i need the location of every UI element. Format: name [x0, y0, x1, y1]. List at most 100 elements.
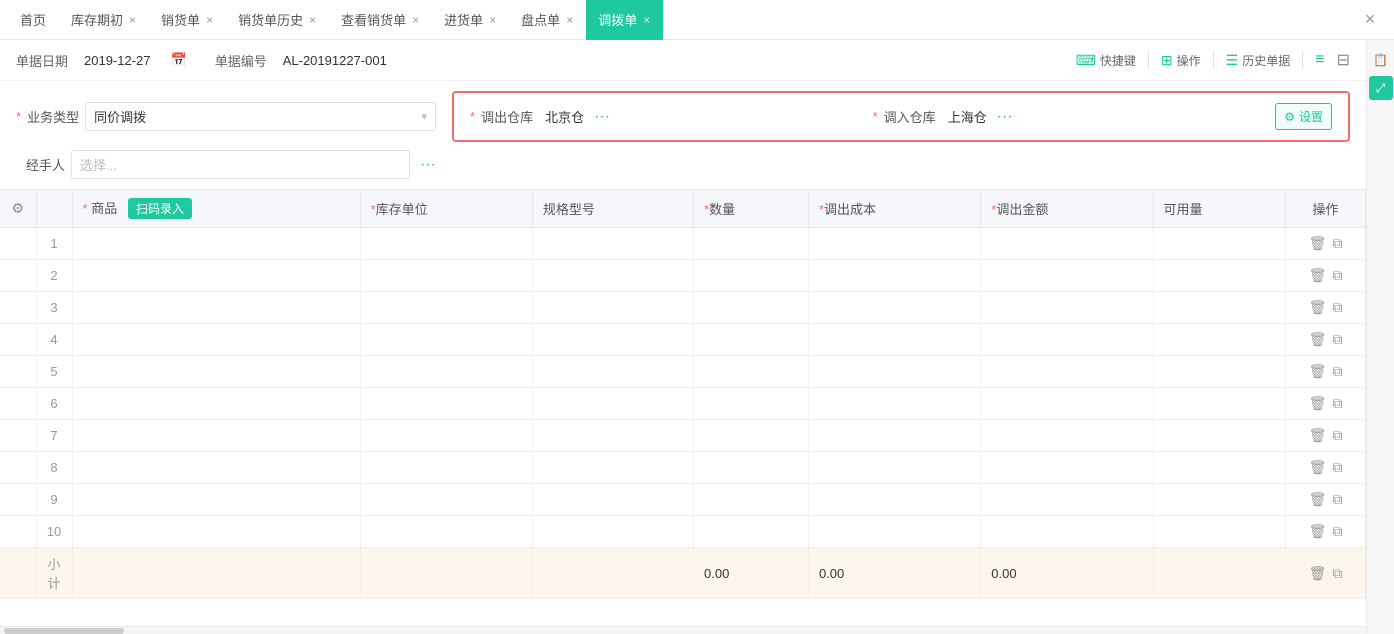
- cell-spec-6[interactable]: [532, 388, 693, 420]
- cell-qty-10[interactable]: [694, 516, 809, 548]
- delete-icon-row-3[interactable]: 🗑: [1309, 299, 1327, 316]
- scrollbar-area[interactable]: [0, 626, 1366, 634]
- cell-product-7[interactable]: [72, 420, 360, 452]
- delete-icon-row-5[interactable]: 🗑: [1309, 363, 1327, 380]
- cell-amount-7[interactable]: [981, 420, 1153, 452]
- cell-product-5[interactable]: [72, 356, 360, 388]
- settings-button[interactable]: ⚙ 设置: [1275, 103, 1332, 130]
- cell-available-6[interactable]: [1153, 388, 1285, 420]
- cell-qty-2[interactable]: [694, 260, 809, 292]
- copy-icon-row-3[interactable]: ⧉: [1332, 299, 1342, 316]
- cell-cost-6[interactable]: [808, 388, 980, 420]
- cell-product-3[interactable]: [72, 292, 360, 324]
- cell-available-1[interactable]: [1153, 228, 1285, 260]
- cell-cost-7[interactable]: [808, 420, 980, 452]
- cell-unit-1[interactable]: [360, 228, 532, 260]
- cell-product-6[interactable]: [72, 388, 360, 420]
- cell-amount-6[interactable]: [981, 388, 1153, 420]
- tab-home[interactable]: 首页: [8, 0, 59, 40]
- cell-unit-4[interactable]: [360, 324, 532, 356]
- cell-cost-9[interactable]: [808, 484, 980, 516]
- delete-icon-row-4[interactable]: 🗑: [1309, 331, 1327, 348]
- copy-icon-row-10[interactable]: ⧉: [1332, 523, 1342, 540]
- cell-product-9[interactable]: [72, 484, 360, 516]
- tab-view-sales[interactable]: 查看销货单 ×: [329, 0, 432, 40]
- cell-unit-8[interactable]: [360, 452, 532, 484]
- tab-close-purchase[interactable]: ×: [489, 13, 496, 27]
- tab-close-inventory-count[interactable]: ×: [566, 13, 573, 27]
- subtotal-delete-icon[interactable]: 🗑: [1309, 565, 1327, 582]
- tab-close-transfer-order[interactable]: ×: [643, 13, 650, 27]
- cell-cost-3[interactable]: [808, 292, 980, 324]
- copy-icon-row-4[interactable]: ⧉: [1332, 331, 1342, 348]
- delete-icon-row-1[interactable]: 🗑: [1309, 235, 1327, 252]
- table-gear-icon[interactable]: ⚙: [11, 200, 24, 216]
- handler-more[interactable]: ···: [420, 156, 436, 174]
- cell-spec-9[interactable]: [532, 484, 693, 516]
- cell-cost-10[interactable]: [808, 516, 980, 548]
- cell-amount-9[interactable]: [981, 484, 1153, 516]
- cell-cost-5[interactable]: [808, 356, 980, 388]
- cell-cost-2[interactable]: [808, 260, 980, 292]
- cell-qty-8[interactable]: [694, 452, 809, 484]
- cell-product-10[interactable]: [72, 516, 360, 548]
- subtotal-copy-icon[interactable]: ⧉: [1332, 565, 1342, 582]
- cell-amount-10[interactable]: [981, 516, 1153, 548]
- cell-unit-9[interactable]: [360, 484, 532, 516]
- cell-unit-6[interactable]: [360, 388, 532, 420]
- cell-qty-3[interactable]: [694, 292, 809, 324]
- cell-spec-10[interactable]: [532, 516, 693, 548]
- biz-type-dropdown[interactable]: 同价调拨 ▾: [85, 102, 436, 131]
- history-btn[interactable]: ☰ 历史单据: [1226, 52, 1291, 69]
- tab-inventory-count[interactable]: 盘点单 ×: [509, 0, 586, 40]
- shortcut-btn[interactable]: ⌨ 快捷键: [1076, 52, 1136, 69]
- cell-amount-4[interactable]: [981, 324, 1153, 356]
- scrollbar-thumb[interactable]: [4, 628, 124, 634]
- cell-available-4[interactable]: [1153, 324, 1285, 356]
- cell-unit-7[interactable]: [360, 420, 532, 452]
- cell-spec-5[interactable]: [532, 356, 693, 388]
- delete-icon-row-8[interactable]: 🗑: [1309, 459, 1327, 476]
- delete-icon-row-2[interactable]: 🗑: [1309, 267, 1327, 284]
- layout-btn-1[interactable]: ≡: [1315, 51, 1324, 69]
- cell-product-1[interactable]: [72, 228, 360, 260]
- cell-cost-8[interactable]: [808, 452, 980, 484]
- cell-unit-5[interactable]: [360, 356, 532, 388]
- delete-icon-row-9[interactable]: 🗑: [1309, 491, 1327, 508]
- tab-transfer-order[interactable]: 调拨单 ×: [586, 0, 663, 40]
- delete-icon-row-6[interactable]: 🗑: [1309, 395, 1327, 412]
- cell-spec-7[interactable]: [532, 420, 693, 452]
- cell-qty-9[interactable]: [694, 484, 809, 516]
- cell-spec-1[interactable]: [532, 228, 693, 260]
- tab-sales-history[interactable]: 销货单历史 ×: [226, 0, 329, 40]
- cell-amount-5[interactable]: [981, 356, 1153, 388]
- copy-icon-row-8[interactable]: ⧉: [1332, 459, 1342, 476]
- cell-available-2[interactable]: [1153, 260, 1285, 292]
- copy-icon-row-7[interactable]: ⧉: [1332, 427, 1342, 444]
- cell-available-5[interactable]: [1153, 356, 1285, 388]
- cell-amount-3[interactable]: [981, 292, 1153, 324]
- copy-icon-row-1[interactable]: ⧉: [1332, 235, 1342, 252]
- cell-spec-4[interactable]: [532, 324, 693, 356]
- cell-available-3[interactable]: [1153, 292, 1285, 324]
- cell-spec-3[interactable]: [532, 292, 693, 324]
- sidebar-doc-btn[interactable]: 📋: [1369, 48, 1393, 72]
- calendar-icon[interactable]: 📅: [171, 52, 187, 68]
- cell-qty-4[interactable]: [694, 324, 809, 356]
- cell-cost-4[interactable]: [808, 324, 980, 356]
- operations-btn[interactable]: ⊞ 操作: [1161, 52, 1201, 69]
- copy-icon-row-2[interactable]: ⧉: [1332, 267, 1342, 284]
- cell-qty-5[interactable]: [694, 356, 809, 388]
- copy-icon-row-5[interactable]: ⧉: [1332, 363, 1342, 380]
- layout-btn-2[interactable]: ⊟: [1337, 50, 1350, 70]
- cell-unit-10[interactable]: [360, 516, 532, 548]
- cell-product-8[interactable]: [72, 452, 360, 484]
- cell-amount-1[interactable]: [981, 228, 1153, 260]
- cell-unit-2[interactable]: [360, 260, 532, 292]
- cell-spec-8[interactable]: [532, 452, 693, 484]
- tab-sales-order[interactable]: 销货单 ×: [149, 0, 226, 40]
- cell-available-7[interactable]: [1153, 420, 1285, 452]
- th-settings[interactable]: ⚙: [0, 190, 36, 228]
- handler-dropdown[interactable]: 选择...: [71, 150, 410, 179]
- tab-purchase[interactable]: 进货单 ×: [432, 0, 509, 40]
